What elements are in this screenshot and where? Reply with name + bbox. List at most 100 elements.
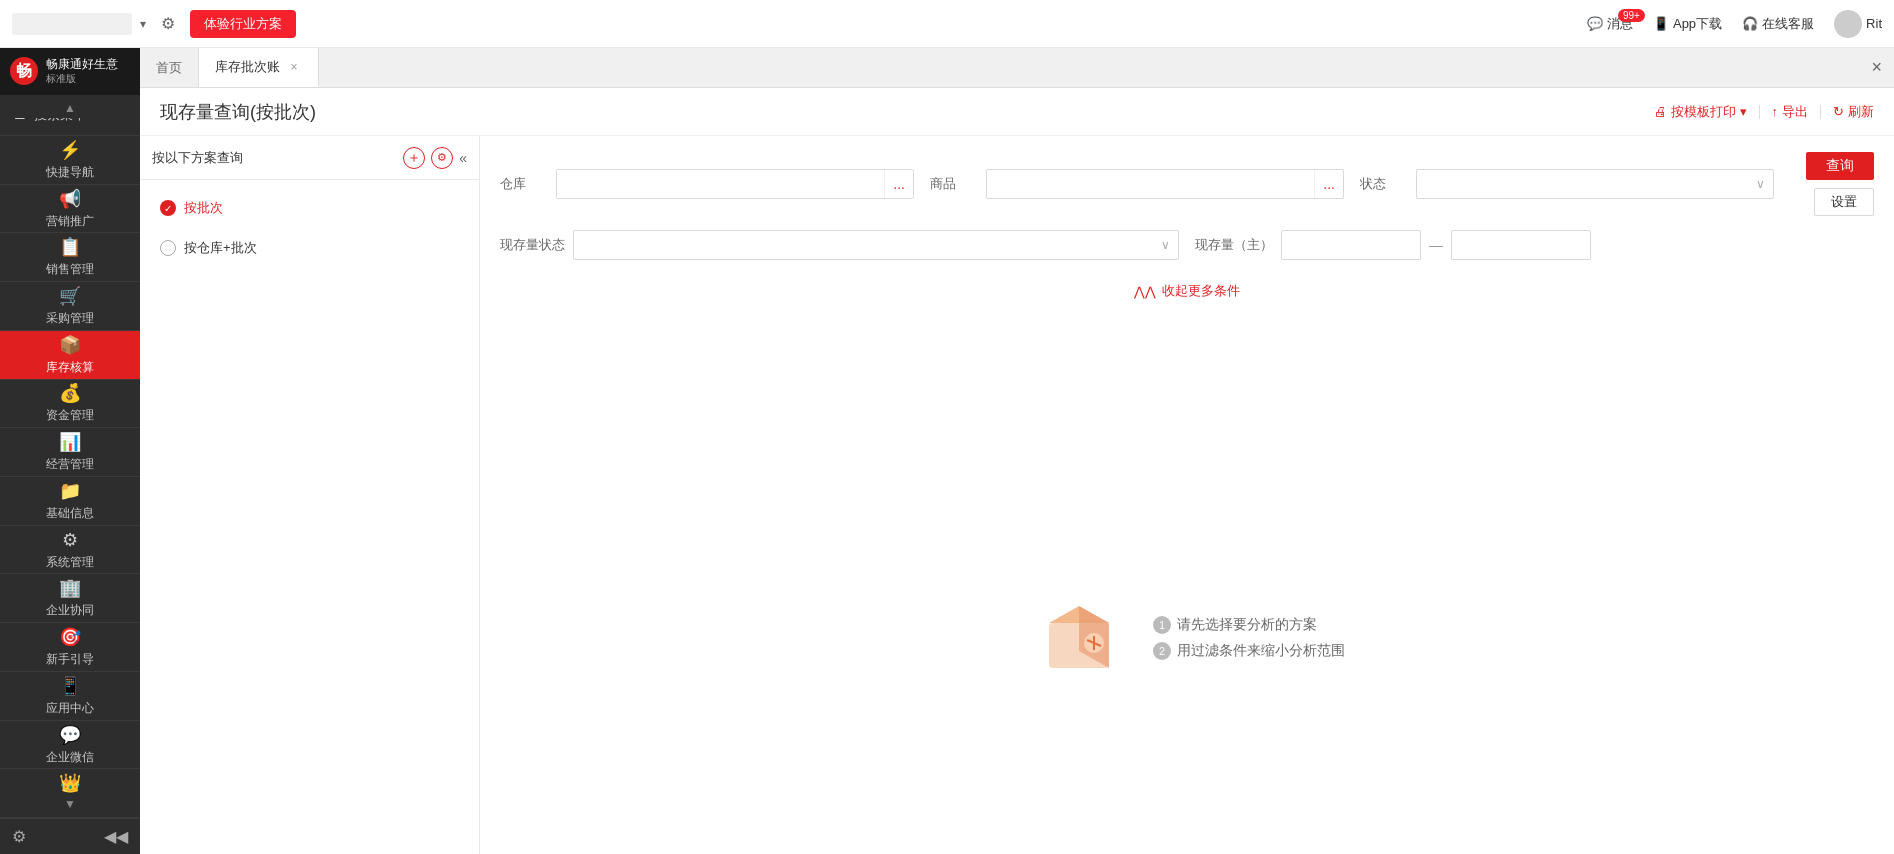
sidebar-settings-icon[interactable]: ⚙ (12, 827, 26, 846)
empty-tip-1: 1 请先选择要分析的方案 (1153, 616, 1345, 634)
print-btn[interactable]: 🖨 按模板打印 ▾ (1654, 103, 1747, 121)
sidebar-item-basic[interactable]: 📁 基础信息 (0, 477, 140, 526)
online-service-btn[interactable]: 🎧 在线客服 (1742, 15, 1814, 33)
topbar-settings-btn[interactable]: ⚙ (154, 10, 182, 38)
tabs-bar: 首页 库存批次账 × × (140, 48, 1894, 88)
tab-home[interactable]: 首页 (140, 48, 199, 87)
shortcut-icon: ⚡ (59, 139, 81, 161)
sidebar-scroll-down[interactable]: ▼ (0, 794, 140, 814)
sidebar-item-newbie[interactable]: 🎯 新手引导 (0, 623, 140, 672)
filter-panel: 仓库 ... 商品 ... (480, 136, 1894, 481)
empty-tip-2: 2 用过滤条件来缩小分析范围 (1153, 642, 1345, 660)
add-plan-btn[interactable]: ＋ (403, 147, 425, 169)
app-icon: 📱 (1653, 16, 1669, 31)
sidebar-item-inventory[interactable]: 📦 库存核算 (0, 331, 140, 380)
experience-btn[interactable]: 体验行业方案 (190, 10, 296, 38)
sidebar-item-system[interactable]: ⚙ 系统管理 (0, 526, 140, 575)
warehouse-combo: ... (556, 169, 914, 199)
user-area[interactable]: Rit (1834, 10, 1882, 38)
left-panel-header: 按以下方案查询 ＋ ⚙ « (140, 136, 479, 180)
sidebar-item-finance[interactable]: 💰 资金管理 (0, 380, 140, 429)
page-title: 现存量查询(按批次) (160, 100, 316, 124)
enterprise-icon: 🏢 (59, 577, 81, 599)
left-panel: 按以下方案查询 ＋ ⚙ « ✓ 按批次 (140, 136, 480, 854)
filter-area: 按以下方案查询 ＋ ⚙ « ✓ 按批次 (140, 136, 1894, 854)
finance-icon: 💰 (59, 382, 81, 404)
brand-text: 畅康通好生意 标准版 (46, 57, 118, 87)
tab-close-btn[interactable]: × (286, 59, 302, 75)
plan-item-warehouse-batch[interactable]: 按仓库+批次 (140, 228, 479, 268)
plan-item-dot: ✓ (160, 200, 176, 216)
settings-plan-btn[interactable]: ⚙ (431, 147, 453, 169)
sidebar-item-marketing[interactable]: 📢 营销推广 (0, 185, 140, 234)
main-layout: 畅 畅康通好生意 标准版 ▲ ☰ 搜索菜单 ⚡ 快捷导航 📢 营销推广 📋 销售… (0, 48, 1894, 854)
sidebar-item-label: 基础信息 (46, 505, 94, 522)
export-btn[interactable]: ↑ 导出 (1772, 103, 1809, 121)
sidebar-item-label: 应用中心 (46, 700, 94, 717)
sidebar-scroll-up[interactable]: ▲ (0, 98, 140, 118)
sidebar-item-operations[interactable]: 📊 经营管理 (0, 428, 140, 477)
filter-group-warehouse: 仓库 ... (500, 169, 914, 199)
content-area: 首页 库存批次账 × × 现存量查询(按批次) 🖨 按模板打印 ▾ (140, 48, 1894, 854)
export-icon: ↑ (1772, 104, 1779, 119)
messages-btn[interactable]: 💬 消息 99+ (1587, 15, 1633, 33)
sidebar-item-label: 企业微信 (46, 749, 94, 766)
basic-icon: 📁 (59, 480, 81, 502)
collapse-up-icon: ⋀⋀ (1134, 284, 1156, 299)
app-download-btn[interactable]: 📱 App下载 (1653, 15, 1722, 33)
sidebar-item-sales[interactable]: 📋 销售管理 (0, 233, 140, 282)
status-dropdown-arrow: ∨ (1756, 177, 1765, 191)
warehouse-more-btn[interactable]: ... (884, 170, 913, 198)
weixin-icon: 💬 (59, 724, 81, 746)
stock-qty-max-input[interactable] (1451, 230, 1591, 260)
collapse-more-btn[interactable]: ⋀⋀ 收起更多条件 (500, 278, 1874, 304)
sidebar-item-label: 企业协同 (46, 602, 94, 619)
topbar-dropdown-btn[interactable]: ▾ (140, 17, 146, 31)
avatar (1834, 10, 1862, 38)
refresh-icon: ↻ (1833, 104, 1844, 119)
divider (1759, 105, 1760, 119)
tab-panel-close-btn[interactable]: × (1871, 57, 1894, 78)
query-btn[interactable]: 查询 (1806, 152, 1874, 180)
app-download-label: App下载 (1673, 15, 1722, 33)
online-service-label: 在线客服 (1762, 15, 1814, 33)
sidebar-item-purchase[interactable]: 🛒 采购管理 (0, 282, 140, 331)
filter-group-status: 状态 ∨ (1360, 169, 1774, 199)
brand-logo: 畅 (10, 57, 38, 85)
product-more-btn[interactable]: ... (1314, 170, 1343, 198)
sidebar-item-appstore[interactable]: 📱 应用中心 (0, 672, 140, 721)
sidebar-collapse-icon[interactable]: ◀◀ (104, 827, 128, 846)
headset-icon: 🎧 (1742, 16, 1758, 31)
tip-num-2: 2 (1153, 642, 1171, 660)
plan-item-batch[interactable]: ✓ 按批次 (140, 188, 479, 228)
filter-row-2: 现存量状态 ∨ 现存量（主） — (500, 230, 1874, 260)
member-icon: 👑 (59, 772, 81, 794)
warehouse-input[interactable] (557, 170, 884, 198)
tab-inventory-batch[interactable]: 库存批次账 × (199, 48, 319, 87)
page-header: 现存量查询(按批次) 🖨 按模板打印 ▾ ↑ 导出 ↻ 刷 (140, 88, 1894, 136)
brand-name: 畅康通好生意 (46, 57, 118, 73)
sidebar-item-label: 库存核算 (46, 359, 94, 376)
sidebar-item-weixin[interactable]: 💬 企业微信 (0, 721, 140, 770)
refresh-btn[interactable]: ↻ 刷新 (1833, 103, 1874, 121)
status-select[interactable]: ∨ (1416, 169, 1774, 199)
product-input[interactable] (987, 170, 1314, 198)
collapse-left-btn[interactable]: « (459, 150, 467, 166)
stock-qty-min-input[interactable] (1281, 230, 1421, 260)
sidebar-item-label: 快捷导航 (46, 164, 94, 181)
username-label: Rit (1866, 16, 1882, 31)
newbie-icon: 🎯 (59, 626, 81, 648)
sidebar-item-label: 营销推广 (46, 213, 94, 230)
filter-group-product: 商品 ... (930, 169, 1344, 199)
sidebar-item-shortcut[interactable]: ⚡ 快捷导航 (0, 136, 140, 185)
sidebar-item-enterprise[interactable]: 🏢 企业协同 (0, 574, 140, 623)
sidebar-bottom: ⚙ ◀◀ (0, 818, 140, 854)
tip-text-1: 请先选择要分析的方案 (1177, 616, 1317, 634)
stock-status-select[interactable]: ∨ (573, 230, 1179, 260)
stock-qty-label: 现存量（主） (1195, 236, 1273, 254)
tip-text-2: 用过滤条件来缩小分析范围 (1177, 642, 1345, 660)
sidebar-brand: 畅 畅康通好生意 标准版 (0, 48, 140, 95)
sidebar: 畅 畅康通好生意 标准版 ▲ ☰ 搜索菜单 ⚡ 快捷导航 📢 营销推广 📋 销售… (0, 48, 140, 854)
settings-btn[interactable]: 设置 (1814, 188, 1874, 216)
topbar-search-input[interactable] (12, 13, 132, 35)
